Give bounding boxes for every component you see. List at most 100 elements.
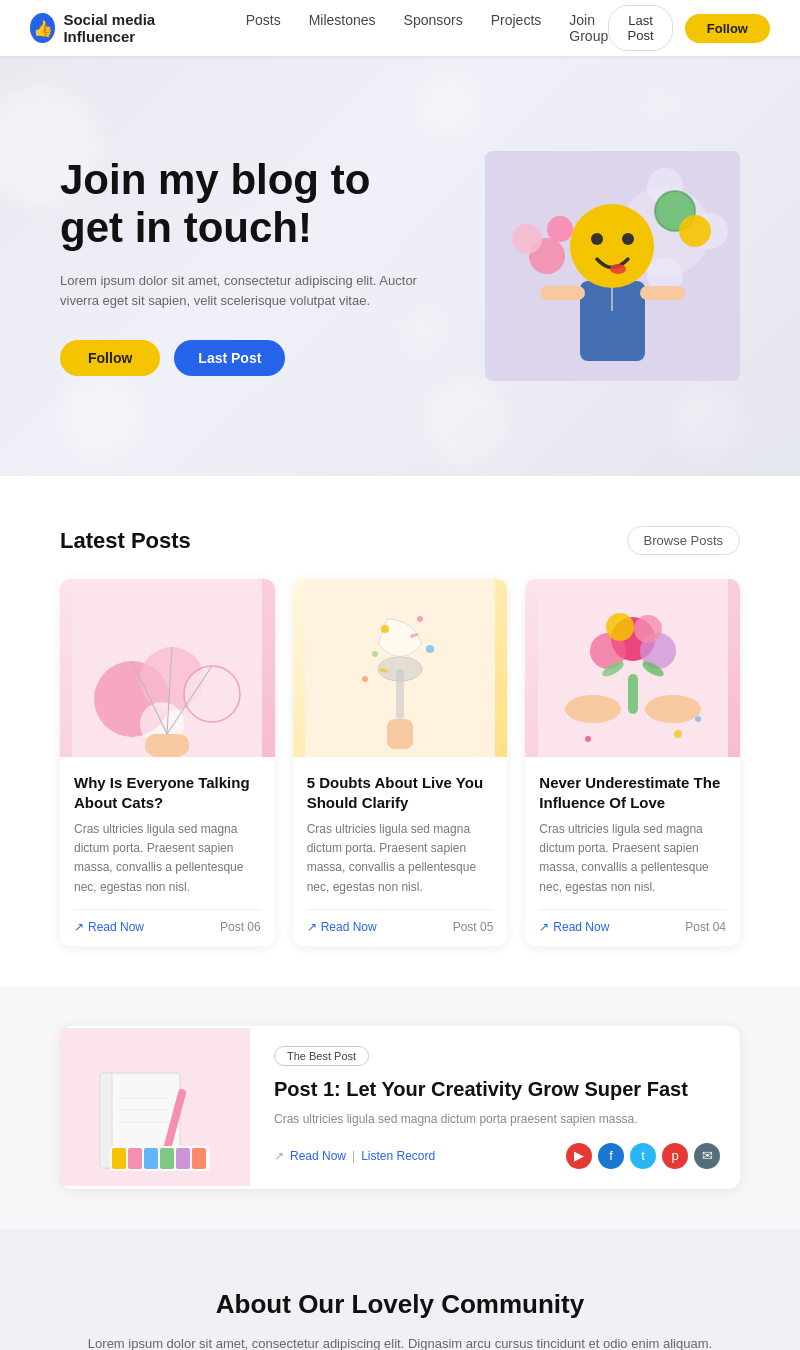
hero-follow-button[interactable]: Follow [60, 340, 160, 376]
svg-rect-42 [538, 579, 728, 757]
post-card-1-read-link[interactable]: ↗ Read Now [74, 920, 144, 934]
hero-content: Join my blog to get in touch! Lorem ipsu… [60, 156, 440, 376]
svg-point-10 [570, 204, 654, 288]
post-card-1-body: Why Is Everyone Talking About Cats? Cras… [60, 757, 275, 946]
nav-sponsors[interactable]: Sponsors [404, 12, 463, 44]
svg-point-15 [512, 224, 542, 254]
svg-point-38 [426, 645, 434, 653]
post-card-2-read-link[interactable]: ↗ Read Now [307, 920, 377, 934]
featured-title: Post 1: Let Your Creativity Grow Super F… [274, 1076, 720, 1102]
post-card-2-footer: ↗ Read Now Post 05 [307, 909, 494, 934]
community-title: About Our Lovely Community [40, 1289, 760, 1320]
post-card-3: Never Underestimate The Influence Of Lov… [525, 579, 740, 946]
svg-point-55 [695, 716, 701, 722]
featured-post-body: The Best Post Post 1: Let Your Creativit… [274, 1026, 740, 1189]
nav-milestones[interactable]: Milestones [309, 12, 376, 44]
hero-last-post-button[interactable]: Last Post [174, 340, 285, 376]
post-card-1-desc: Cras ultricies ligula sed magna dictum p… [74, 820, 261, 897]
post-card-3-image [525, 579, 740, 757]
svg-rect-27 [145, 734, 189, 754]
post-card-2-number: Post 05 [453, 920, 494, 934]
hero-image-placeholder [485, 151, 740, 381]
hero-buttons: Follow Last Post [60, 340, 440, 376]
svg-point-52 [645, 695, 701, 723]
nav-projects[interactable]: Projects [491, 12, 542, 44]
svg-rect-67 [144, 1148, 158, 1169]
svg-rect-66 [128, 1148, 142, 1169]
pinterest-icon[interactable]: p [662, 1143, 688, 1169]
read-arrow-icon-2: ↗ [307, 920, 317, 934]
latest-posts-title: Latest Posts [60, 528, 191, 554]
navbar: 👍 Social media Influencer Posts Mileston… [0, 0, 800, 56]
svg-rect-9 [640, 286, 685, 300]
post-card-2: 5 Doubts About Live You Should Clarify C… [293, 579, 508, 946]
hero-description: Lorem ipsum dolor sit amet, consectetur … [60, 271, 440, 313]
nav-links: Posts Milestones Sponsors Projects Join … [246, 12, 609, 44]
svg-point-39 [362, 676, 368, 682]
svg-point-12 [622, 233, 634, 245]
brand: 👍 Social media Influencer [30, 11, 206, 45]
featured-post-image [60, 1028, 250, 1186]
svg-point-53 [585, 736, 591, 742]
post-card-1: Why Is Everyone Talking About Cats? Cras… [60, 579, 275, 946]
post-card-2-image [293, 579, 508, 757]
featured-listen-link[interactable]: Listen Record [361, 1149, 435, 1163]
svg-point-36 [417, 616, 423, 622]
post-card-2-body: 5 Doubts About Live You Should Clarify C… [293, 757, 508, 946]
post-card-1-number: Post 06 [220, 920, 261, 934]
latest-posts-section: Latest Posts Browse Posts [0, 476, 800, 986]
brand-icon: 👍 [30, 13, 55, 43]
hero-image [485, 151, 740, 381]
featured-read-link[interactable]: Read Now [290, 1149, 346, 1163]
post-card-3-body: Never Underestimate The Influence Of Lov… [525, 757, 740, 946]
svg-rect-32 [387, 719, 413, 749]
svg-point-46 [606, 613, 634, 641]
twitter-icon[interactable]: t [630, 1143, 656, 1169]
featured-badge: The Best Post [274, 1046, 369, 1066]
featured-links: ↗ Read Now | Listen Record [274, 1149, 435, 1163]
svg-point-13 [610, 264, 626, 274]
social-icons: ▶ f t p ✉ [566, 1143, 720, 1169]
community-description: Lorem ipsum dolor sit amet, consectetur … [40, 1334, 760, 1350]
featured-links-row: ↗ Read Now | Listen Record ▶ f t p ✉ [274, 1143, 720, 1169]
svg-point-54 [674, 730, 682, 738]
brand-name: Social media Influencer [63, 11, 205, 45]
svg-rect-65 [112, 1148, 126, 1169]
facebook-icon[interactable]: f [598, 1143, 624, 1169]
svg-point-51 [565, 695, 621, 723]
email-icon[interactable]: ✉ [694, 1143, 720, 1169]
latest-posts-header: Latest Posts Browse Posts [60, 526, 740, 555]
featured-card: The Best Post Post 1: Let Your Creativit… [60, 1026, 740, 1189]
nav-last-post-button[interactable]: Last Post [608, 5, 673, 51]
youtube-icon[interactable]: ▶ [566, 1143, 592, 1169]
community-section: About Our Lovely Community Lorem ipsum d… [0, 1229, 800, 1350]
post-card-3-footer: ↗ Read Now Post 04 [539, 909, 726, 934]
nav-follow-button[interactable]: Follow [685, 14, 770, 43]
post-card-1-title: Why Is Everyone Talking About Cats? [74, 773, 261, 812]
post-card-1-footer: ↗ Read Now Post 06 [74, 909, 261, 934]
svg-point-47 [634, 615, 662, 643]
browse-posts-button[interactable]: Browse Posts [627, 526, 740, 555]
nav-posts[interactable]: Posts [246, 12, 281, 44]
post-card-3-read-link[interactable]: ↗ Read Now [539, 920, 609, 934]
post-card-3-number: Post 04 [685, 920, 726, 934]
svg-point-37 [372, 651, 378, 657]
hero-section: Join my blog to get in touch! Lorem ipsu… [0, 56, 800, 476]
svg-point-24 [184, 666, 240, 722]
post-card-2-title: 5 Doubts About Live You Should Clarify [307, 773, 494, 812]
svg-point-34 [378, 657, 422, 681]
posts-grid: Why Is Everyone Talking About Cats? Cras… [60, 579, 740, 946]
svg-point-35 [381, 625, 389, 633]
read-arrow-icon-1: ↗ [74, 920, 84, 934]
nav-join-group[interactable]: Join Group [569, 12, 608, 44]
svg-point-16 [547, 216, 573, 242]
svg-rect-68 [160, 1148, 174, 1169]
hero-title: Join my blog to get in touch! [60, 156, 440, 253]
post-card-3-desc: Cras ultricies ligula sed magna dictum p… [539, 820, 726, 897]
svg-point-11 [591, 233, 603, 245]
read-arrow-icon-3: ↗ [539, 920, 549, 934]
svg-point-19 [679, 215, 711, 247]
svg-rect-50 [628, 674, 638, 714]
post-card-1-image [60, 579, 275, 757]
svg-rect-70 [192, 1148, 206, 1169]
